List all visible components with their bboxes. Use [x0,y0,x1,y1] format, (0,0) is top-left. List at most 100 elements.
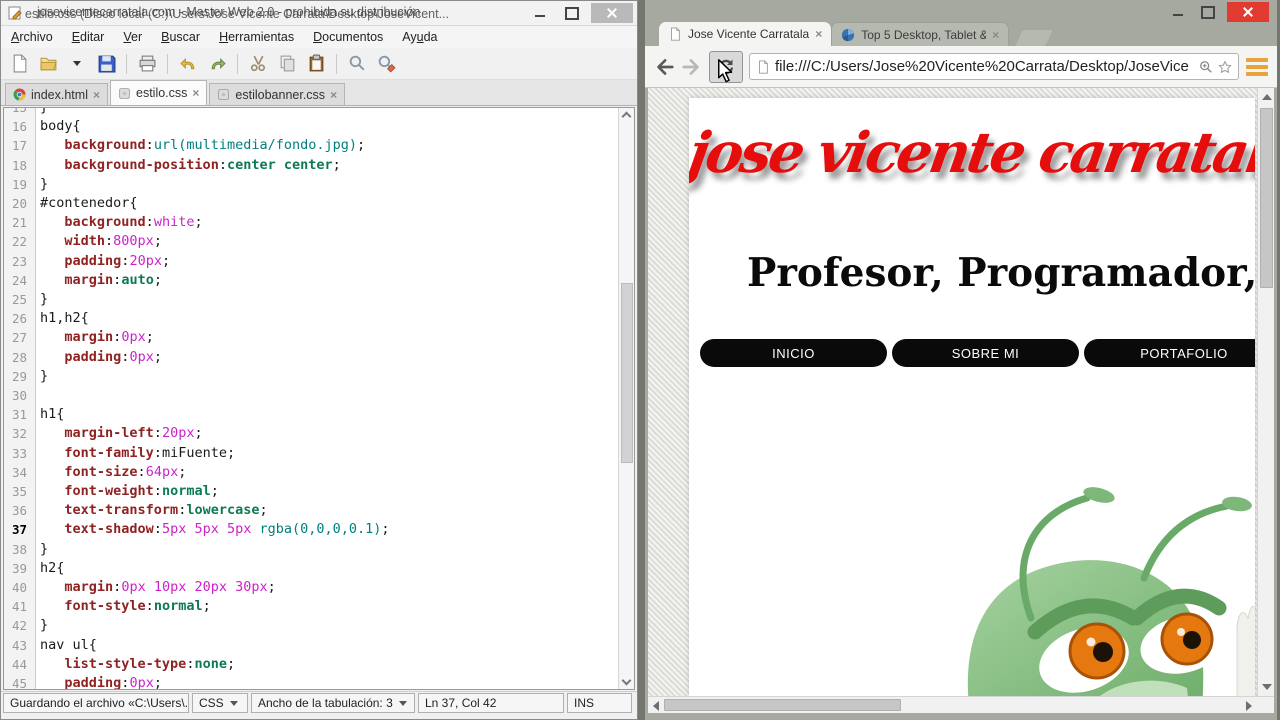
code-line-26[interactable]: 26 h1,h2{ [4,309,617,328]
browser-close-button[interactable] [1227,2,1269,22]
editor-tab-index.html[interactable]: index.html × [5,83,108,105]
code-line-27[interactable]: 27 margin:0px; [4,328,617,347]
open-dropdown-button[interactable] [65,52,89,76]
code-line-23[interactable]: 23 padding:20px; [4,252,617,271]
nav-portafolio[interactable]: PORTAFOLIO [1084,339,1255,367]
close-button[interactable] [591,3,633,23]
address-bar[interactable]: file:///C:/Users/Jose%20Vicente%20Carrat… [749,53,1239,80]
menu-documentos[interactable]: Documentos [313,30,383,44]
close-tab-icon[interactable]: × [330,89,337,101]
bookmark-star-icon[interactable] [1218,59,1232,74]
scroll-up-icon[interactable] [1262,94,1272,100]
browser-hscrollbar-thumb[interactable] [664,699,901,711]
code-line-39[interactable]: 39 h2{ [4,559,617,578]
browser-maximize-button[interactable] [1197,3,1219,21]
editor-tab-estilo.css[interactable]: estilo.css × [110,80,208,105]
scroll-up-icon[interactable] [621,111,632,122]
close-tab-icon[interactable]: × [992,29,999,41]
editor-scrollbar-thumb[interactable] [621,283,633,463]
tab-label: index.html [31,87,88,102]
browser-horizontal-scrollbar[interactable] [648,696,1274,713]
code-line-36[interactable]: 36 text-transform:lowercase; [4,501,617,520]
code-line-18[interactable]: 18 background-position:center center; [4,156,617,175]
code-line-33[interactable]: 33 font-family:miFuente; [4,444,617,463]
editor-vertical-scrollbar[interactable] [618,108,634,689]
editor-tab-estilobanner.css[interactable]: estilobanner.css × [209,83,346,105]
browser-titlebar[interactable] [645,0,1277,22]
code-line-41[interactable]: 41 font-style:normal; [4,597,617,616]
line-number: 26 [11,311,27,327]
forward-button[interactable] [681,56,703,78]
browser-tab[interactable]: Top 5 Desktop, Tablet & C × [831,22,1010,46]
browser-tab[interactable]: Jose Vicente Carratala × [659,22,832,46]
back-button[interactable] [653,56,675,78]
nav-inicio[interactable]: INICIO [700,339,887,367]
menu-archivo[interactable]: Archivo [11,30,53,44]
cut-button[interactable] [246,52,270,76]
line-number: 43 [11,637,27,653]
url-text[interactable]: file:///C:/Users/Jose%20Vicente%20Carrat… [775,58,1194,75]
code-line-29[interactable]: 29} [4,367,617,386]
scroll-left-icon[interactable] [653,701,659,711]
code-line-35[interactable]: 35 font-weight:normal; [4,482,617,501]
code-line-15[interactable]: 15} [4,108,617,117]
menu-ver[interactable]: Ver [123,30,142,44]
tab-title: Top 5 Desktop, Tablet & C [861,27,987,42]
menu-editar[interactable]: Editar [72,30,105,44]
browser-minimize-button[interactable] [1167,3,1189,21]
zoom-icon[interactable] [1199,60,1213,74]
code-line-34[interactable]: 34 font-size:64px; [4,463,617,482]
code-line-44[interactable]: 44 list-style-type:none; [4,655,617,674]
save-button[interactable] [94,52,118,76]
code-editor[interactable]: 15} 16 body{17 background:url(multimedia/f… [3,107,635,690]
find-replace-button[interactable] [374,52,398,76]
menu-buscar[interactable]: Buscar [161,30,200,44]
browser-vscrollbar-thumb[interactable] [1260,108,1273,288]
code-line-16[interactable]: 16 body{ [4,117,617,136]
code-line-28[interactable]: 28 padding:0px; [4,348,617,367]
code-line-30[interactable]: 30 [4,386,617,405]
code-line-32[interactable]: 32 margin-left:20px; [4,424,617,443]
editor-titlebar[interactable]: josevicentecarratala.com - Master Web 2.… [1,1,637,26]
close-tab-icon[interactable]: × [815,28,822,40]
browser-vertical-scrollbar[interactable] [1257,88,1274,696]
code-line-20[interactable]: 20 #contenedor{ [4,194,617,213]
open-file-button[interactable] [36,52,60,76]
code-lines[interactable]: 15} 16 body{17 background:url(multimedia/f… [4,108,617,689]
new-tab-button[interactable] [1015,30,1053,46]
code-line-38[interactable]: 38} [4,540,617,559]
code-line-45[interactable]: 45 padding:0px; [4,674,617,689]
code-line-17[interactable]: 17 background:url(multimedia/fondo.jpg); [4,136,617,155]
redo-button[interactable] [205,52,229,76]
code-line-31[interactable]: 31 h1{ [4,405,617,424]
code-line-43[interactable]: 43 nav ul{ [4,636,617,655]
paste-button[interactable] [304,52,328,76]
find-button[interactable] [345,52,369,76]
code-line-42[interactable]: 42} [4,616,617,635]
code-line-19[interactable]: 19} [4,175,617,194]
reload-button[interactable] [709,50,743,83]
code-line-40[interactable]: 40 margin:0px 10px 20px 30px; [4,578,617,597]
scroll-down-icon[interactable] [1262,684,1272,690]
menu-herramientas[interactable]: Herramientas [219,30,294,44]
scroll-down-icon[interactable] [621,675,632,686]
scroll-right-icon[interactable] [1246,701,1252,711]
code-line-22[interactable]: 22 width:800px; [4,232,617,251]
undo-button[interactable] [176,52,200,76]
nav-sobre-mi[interactable]: SOBRE MI [892,339,1079,367]
code-line-24[interactable]: 24 margin:auto; [4,271,617,290]
menu-ayuda[interactable]: Ayuda [402,30,437,44]
minimize-button[interactable] [527,4,553,22]
new-file-button[interactable] [7,52,31,76]
tab-width-dropdown[interactable]: Ancho de la tabulación: 3 [251,693,415,713]
syntax-mode-dropdown[interactable]: CSS [192,693,248,713]
menu-hamburger-icon[interactable] [1245,57,1269,77]
maximize-button[interactable] [559,4,585,22]
copy-button[interactable] [275,52,299,76]
code-line-25[interactable]: 25} [4,290,617,309]
close-tab-icon[interactable]: × [93,89,100,101]
code-line-37[interactable]: 37 text-shadow:5px 5px 5px rgba(0,0,0,0.… [4,520,617,539]
close-tab-icon[interactable]: × [192,87,199,99]
code-line-21[interactable]: 21 background:white; [4,213,617,232]
print-button[interactable] [135,52,159,76]
